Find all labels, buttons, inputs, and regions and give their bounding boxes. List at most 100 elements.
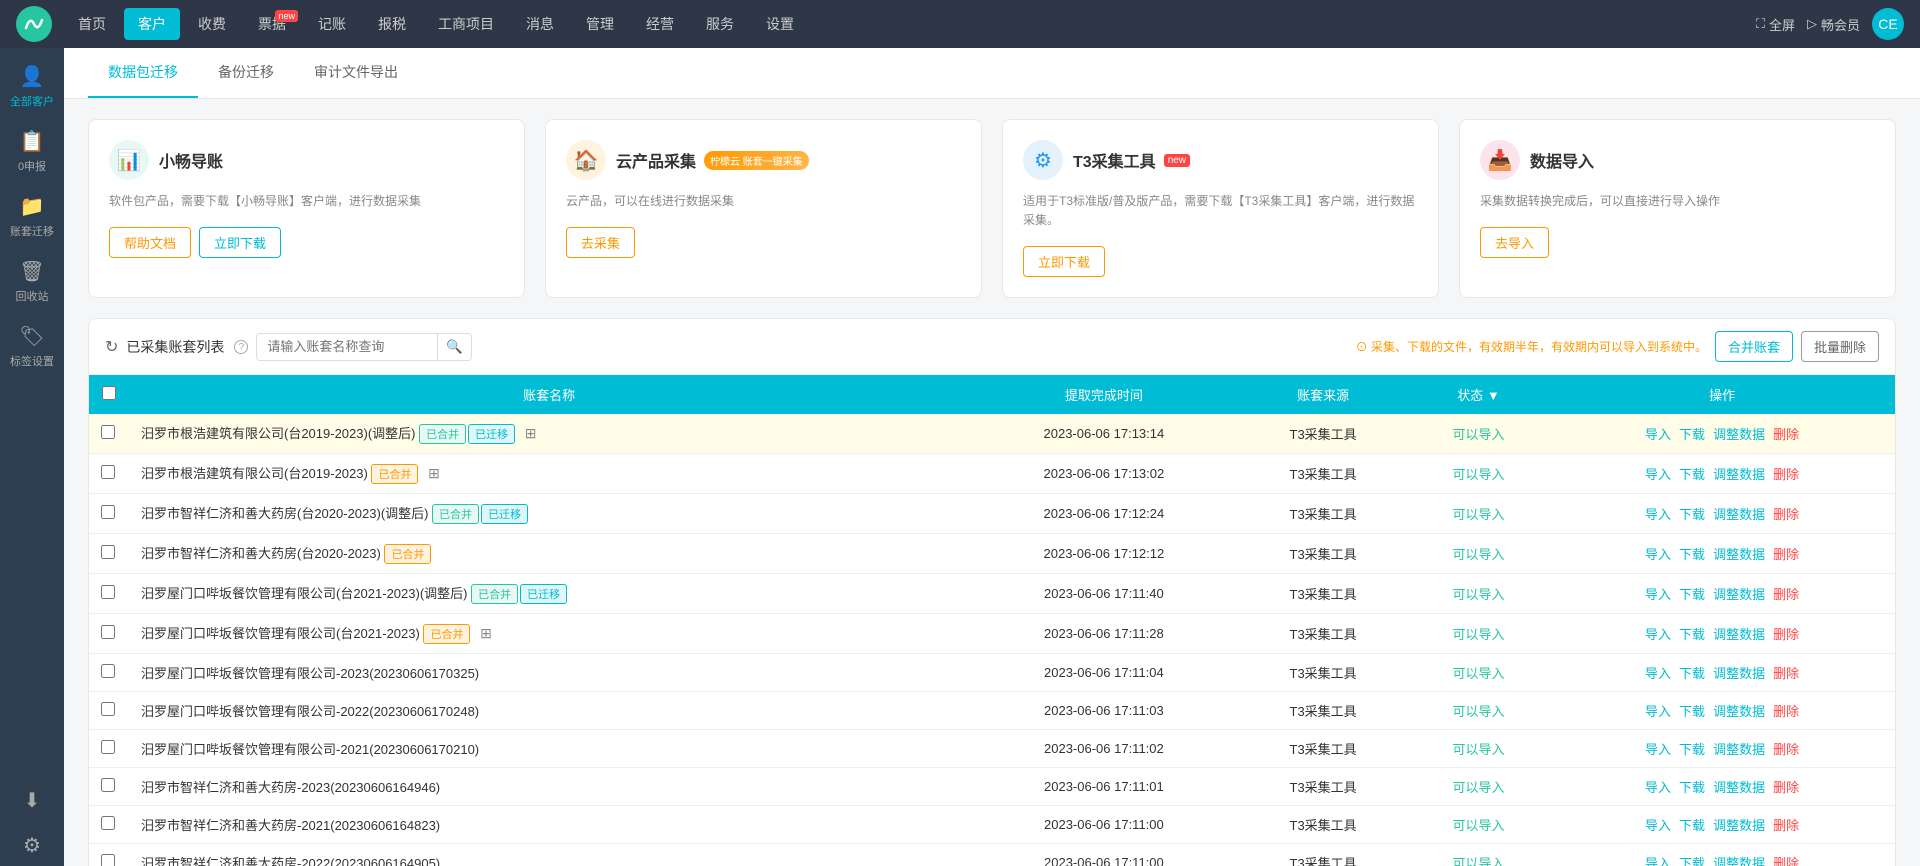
op-下载-10[interactable]: 下载 bbox=[1679, 818, 1705, 833]
row-checkbox-6[interactable] bbox=[101, 664, 115, 678]
op-调整数据-4[interactable]: 调整数据 bbox=[1713, 587, 1765, 602]
op-调整数据-1[interactable]: 调整数据 bbox=[1713, 467, 1765, 482]
op-删除-11[interactable]: 删除 bbox=[1773, 856, 1799, 866]
search-input[interactable] bbox=[257, 334, 437, 359]
row-checkbox-5[interactable] bbox=[101, 625, 115, 639]
op-调整数据-0[interactable]: 调整数据 bbox=[1713, 427, 1765, 442]
nav-item-service[interactable]: 服务 bbox=[692, 8, 748, 40]
op-导入-6[interactable]: 导入 bbox=[1645, 666, 1671, 681]
op-导入-11[interactable]: 导入 bbox=[1645, 856, 1671, 866]
row-checkbox-9[interactable] bbox=[101, 778, 115, 792]
row-icon[interactable]: ⊞ bbox=[428, 465, 440, 481]
row-checkbox-3[interactable] bbox=[101, 545, 115, 559]
op-调整数据-9[interactable]: 调整数据 bbox=[1713, 780, 1765, 795]
sidebar-item-download[interactable]: ⬇ bbox=[0, 780, 64, 821]
fullscreen-btn[interactable]: ⛶ 全屏 bbox=[1756, 15, 1795, 34]
op-删除-0[interactable]: 删除 bbox=[1773, 427, 1799, 442]
row-icon[interactable]: ⊞ bbox=[525, 425, 537, 441]
op-删除-1[interactable]: 删除 bbox=[1773, 467, 1799, 482]
op-删除-8[interactable]: 删除 bbox=[1773, 742, 1799, 757]
row-checkbox-4[interactable] bbox=[101, 585, 115, 599]
row-checkbox-1[interactable] bbox=[101, 465, 115, 479]
op-导入-8[interactable]: 导入 bbox=[1645, 742, 1671, 757]
op-删除-3[interactable]: 删除 bbox=[1773, 547, 1799, 562]
table-help-icon[interactable]: ? bbox=[234, 340, 248, 354]
select-all-checkbox[interactable] bbox=[102, 386, 116, 400]
th-status[interactable]: 状态 ▼ bbox=[1408, 375, 1549, 414]
dataimport-import-btn[interactable]: 去导入 bbox=[1480, 227, 1549, 258]
row-checkbox-7[interactable] bbox=[101, 702, 115, 716]
row-icon[interactable]: ⊞ bbox=[480, 625, 492, 641]
sidebar-item-recycle[interactable]: 🗑 回收站 bbox=[0, 251, 64, 312]
op-导入-10[interactable]: 导入 bbox=[1645, 818, 1671, 833]
op-下载-1[interactable]: 下载 bbox=[1679, 467, 1705, 482]
avatar[interactable]: CE bbox=[1872, 8, 1904, 40]
merge-accounts-btn[interactable]: 合并账套 bbox=[1715, 331, 1793, 362]
member-btn[interactable]: ▷ 畅会员 bbox=[1807, 15, 1860, 34]
op-下载-8[interactable]: 下载 bbox=[1679, 742, 1705, 757]
op-调整数据-5[interactable]: 调整数据 bbox=[1713, 627, 1765, 642]
row-checkbox-2[interactable] bbox=[101, 505, 115, 519]
tab-audit-export[interactable]: 审计文件导出 bbox=[294, 48, 418, 98]
op-导入-2[interactable]: 导入 bbox=[1645, 507, 1671, 522]
op-下载-11[interactable]: 下载 bbox=[1679, 856, 1705, 866]
nav-item-fees[interactable]: 收费 bbox=[184, 8, 240, 40]
op-调整数据-2[interactable]: 调整数据 bbox=[1713, 507, 1765, 522]
op-调整数据-7[interactable]: 调整数据 bbox=[1713, 704, 1765, 719]
op-下载-5[interactable]: 下载 bbox=[1679, 627, 1705, 642]
row-checkbox-8[interactable] bbox=[101, 740, 115, 754]
op-下载-7[interactable]: 下载 bbox=[1679, 704, 1705, 719]
nav-item-tax[interactable]: 报税 bbox=[364, 8, 420, 40]
op-删除-10[interactable]: 删除 bbox=[1773, 818, 1799, 833]
op-删除-9[interactable]: 删除 bbox=[1773, 780, 1799, 795]
op-调整数据-8[interactable]: 调整数据 bbox=[1713, 742, 1765, 757]
tab-data-migration[interactable]: 数据包迁移 bbox=[88, 48, 198, 98]
sidebar-item-migration[interactable]: 📁 账套迁移 bbox=[0, 186, 64, 247]
op-删除-2[interactable]: 删除 bbox=[1773, 507, 1799, 522]
t3-download-btn[interactable]: 立即下载 bbox=[1023, 246, 1105, 277]
op-导入-3[interactable]: 导入 bbox=[1645, 547, 1671, 562]
xiaochang-download-btn[interactable]: 立即下载 bbox=[199, 227, 281, 258]
op-导入-9[interactable]: 导入 bbox=[1645, 780, 1671, 795]
nav-item-operation[interactable]: 经营 bbox=[632, 8, 688, 40]
op-删除-4[interactable]: 删除 bbox=[1773, 587, 1799, 602]
nav-item-home[interactable]: 首页 bbox=[64, 8, 120, 40]
row-checkbox-11[interactable] bbox=[101, 854, 115, 866]
op-导入-1[interactable]: 导入 bbox=[1645, 467, 1671, 482]
op-调整数据-11[interactable]: 调整数据 bbox=[1713, 856, 1765, 866]
nav-item-manage[interactable]: 管理 bbox=[572, 8, 628, 40]
sidebar-item-tags[interactable]: 🏷 标签设置 bbox=[0, 316, 64, 377]
op-导入-5[interactable]: 导入 bbox=[1645, 627, 1671, 642]
op-删除-7[interactable]: 删除 bbox=[1773, 704, 1799, 719]
op-下载-9[interactable]: 下载 bbox=[1679, 780, 1705, 795]
nav-item-bookkeeping[interactable]: 记账 bbox=[304, 8, 360, 40]
op-删除-5[interactable]: 删除 bbox=[1773, 627, 1799, 642]
yuncp-collect-btn[interactable]: 去采集 bbox=[566, 227, 635, 258]
search-button[interactable]: 🔍 bbox=[437, 334, 471, 360]
xiaochang-help-btn[interactable]: 帮助文档 bbox=[109, 227, 191, 258]
nav-item-settings[interactable]: 设置 bbox=[752, 8, 808, 40]
op-下载-0[interactable]: 下载 bbox=[1679, 427, 1705, 442]
nav-item-invoice[interactable]: 票据new bbox=[244, 8, 300, 40]
op-导入-0[interactable]: 导入 bbox=[1645, 427, 1671, 442]
op-下载-3[interactable]: 下载 bbox=[1679, 547, 1705, 562]
row-checkbox-0[interactable] bbox=[101, 425, 115, 439]
op-调整数据-10[interactable]: 调整数据 bbox=[1713, 818, 1765, 833]
op-调整数据-3[interactable]: 调整数据 bbox=[1713, 547, 1765, 562]
op-导入-4[interactable]: 导入 bbox=[1645, 587, 1671, 602]
op-下载-4[interactable]: 下载 bbox=[1679, 587, 1705, 602]
op-下载-6[interactable]: 下载 bbox=[1679, 666, 1705, 681]
op-导入-7[interactable]: 导入 bbox=[1645, 704, 1671, 719]
batch-delete-btn[interactable]: 批量删除 bbox=[1801, 331, 1879, 362]
row-checkbox-10[interactable] bbox=[101, 816, 115, 830]
logo[interactable] bbox=[16, 6, 52, 42]
sidebar-item-all-customers[interactable]: 👤 全部客户 bbox=[0, 56, 64, 117]
tab-backup-migration[interactable]: 备份迁移 bbox=[198, 48, 294, 98]
op-删除-6[interactable]: 删除 bbox=[1773, 666, 1799, 681]
refresh-icon[interactable]: ↻ bbox=[105, 337, 118, 357]
sidebar-item-zero-report[interactable]: 📋 0申报 bbox=[0, 121, 64, 182]
sidebar-item-user-settings[interactable]: ⚙ bbox=[0, 825, 64, 866]
nav-item-bizproject[interactable]: 工商项目 bbox=[424, 8, 508, 40]
nav-item-message[interactable]: 消息 bbox=[512, 8, 568, 40]
nav-item-customer[interactable]: 客户 bbox=[124, 8, 180, 40]
